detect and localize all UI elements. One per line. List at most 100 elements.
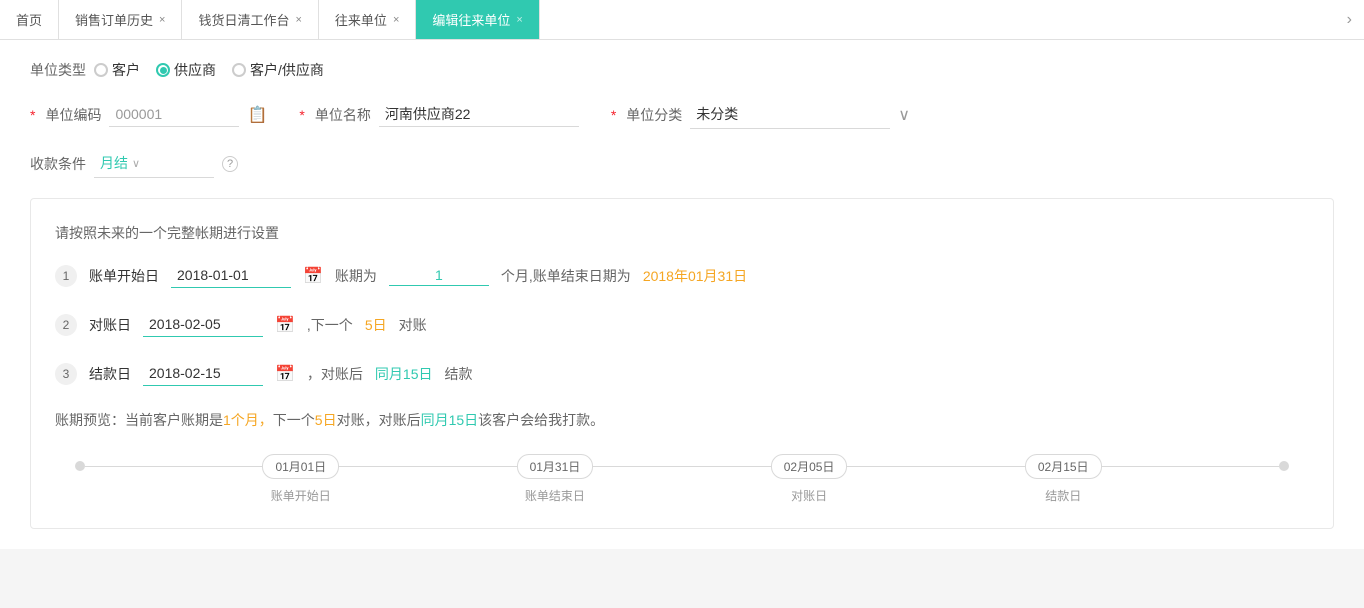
radio-supplier-label: 供应商 (174, 60, 216, 80)
timeline-badge-1: 01月01日 (262, 454, 339, 479)
code-input[interactable] (109, 102, 239, 127)
preview-2-suffix: 对账，对账后 (337, 412, 421, 428)
step-3-date-input[interactable] (143, 361, 263, 386)
tab-cash-work[interactable]: 钱货日清工作台 × (182, 0, 318, 39)
step-1-label: 账单开始日 (89, 266, 159, 286)
tab-edit-partner-label: 编辑往来单位 (432, 10, 510, 29)
radio-both[interactable]: 客户/供应商 (232, 60, 324, 80)
timeline-node-3: 02月05日 对账日 (771, 454, 848, 504)
classify-label: 单位分类 (626, 105, 682, 125)
preview-highlight-2: 5日 (315, 412, 337, 428)
preview-highlight-3: 同月15日 (421, 412, 479, 428)
timeline-label-1: 账单开始日 (271, 487, 331, 504)
preview-highlight-1: 1个月， (223, 412, 273, 428)
step-2-desc-suffix: 对账 (399, 315, 427, 335)
radio-both-circle (232, 63, 246, 77)
step-2-date-input[interactable] (143, 312, 263, 337)
code-name-row: * 单位编码 📋 * 单位名称 * 单位分类 未分类 ∨ (30, 100, 1334, 129)
unit-type-label: 单位类型 (30, 60, 86, 80)
classify-select[interactable]: 未分类 (690, 100, 890, 129)
timeline-dot-end (1279, 461, 1289, 471)
step-1-row: 1 账单开始日 📅 账期为 个月,账单结束日期为 2018年01月31日 (55, 263, 1309, 288)
tab-sales-history-label: 销售订单历史 (75, 10, 153, 29)
timeline-label-2: 账单结束日 (525, 487, 585, 504)
payment-value: 月结 (100, 153, 128, 173)
tab-more-button[interactable]: › (1335, 11, 1364, 29)
tab-cash-work-close[interactable]: × (295, 14, 301, 26)
code-label: 单位编码 (45, 105, 101, 125)
radio-supplier[interactable]: 供应商 (156, 60, 216, 80)
payment-chevron-icon: ∨ (132, 157, 140, 170)
step-3-desc-suffix: 结款 (445, 364, 473, 384)
timeline-badge-4: 02月15日 (1025, 454, 1102, 479)
preview-suffix: 该客户会给我打款。 (478, 412, 604, 428)
radio-customer[interactable]: 客户 (94, 60, 140, 80)
timeline-label-3: 对账日 (791, 487, 827, 504)
name-required: * (299, 107, 304, 123)
timeline-node-2: 01月31日 账单结束日 (517, 454, 594, 504)
tab-home[interactable]: 首页 (0, 0, 59, 39)
step-1-period-prefix: 账期为 (335, 266, 377, 286)
step-2-highlight: 5日 (365, 315, 387, 335)
preview-2-prefix: 下一个 (273, 412, 315, 428)
code-calendar-icon[interactable]: 📋 (247, 105, 267, 125)
tab-sales-history-close[interactable]: × (159, 14, 165, 26)
step-3-calendar-icon[interactable]: 📅 (275, 364, 295, 384)
timeline-badge-2: 01月31日 (517, 454, 594, 479)
classify-chevron-icon[interactable]: ∨ (898, 105, 910, 125)
panel-description: 请按照未来的一个完整帐期进行设置 (55, 223, 1309, 243)
timeline-dot-start (75, 461, 85, 471)
step-2-row: 2 对账日 📅 ,下一个 5日对账 (55, 312, 1309, 337)
tab-sales-history[interactable]: 销售订单历史 × (59, 0, 182, 39)
timeline-left-dot (75, 454, 85, 471)
timeline-right-dot (1279, 454, 1289, 471)
unit-type-radio-group: 客户 供应商 客户/供应商 (94, 60, 324, 80)
timeline-badge-3: 02月05日 (771, 454, 848, 479)
tab-partner-close[interactable]: × (393, 14, 399, 26)
timeline-node-4: 02月15日 结款日 (1025, 454, 1102, 504)
name-input[interactable] (379, 102, 579, 127)
step-1-date-input[interactable] (171, 263, 291, 288)
settings-panel: 请按照未来的一个完整帐期进行设置 1 账单开始日 📅 账期为 个月,账单结束日期… (30, 198, 1334, 529)
tab-bar: 首页 销售订单历史 × 钱货日清工作台 × 往来单位 × 编辑往来单位 × › (0, 0, 1364, 40)
radio-customer-label: 客户 (112, 60, 140, 80)
timeline-label-4: 结款日 (1045, 487, 1081, 504)
code-required: * (30, 107, 35, 123)
tab-partner[interactable]: 往来单位 × (319, 0, 416, 39)
step-3-label: 结款日 (89, 364, 131, 384)
name-label: 单位名称 (315, 105, 371, 125)
help-icon[interactable]: ? (222, 156, 238, 172)
step-1-period-suffix: 个月,账单结束日期为 (501, 266, 631, 286)
step-3-highlight: 同月15日 (375, 364, 433, 384)
classify-required: * (611, 107, 616, 123)
timeline: 01月01日 账单开始日 01月31日 账单结束日 02月05日 对账日 02月… (55, 454, 1309, 504)
radio-both-label: 客户/供应商 (250, 60, 324, 80)
step-2-calendar-icon[interactable]: 📅 (275, 315, 295, 335)
preview-prefix: 账期预览：当前客户账期是 (55, 412, 223, 428)
step-3-desc-prefix: ，对账后 (307, 364, 363, 384)
payment-select[interactable]: 月结 ∨ (94, 149, 214, 178)
radio-supplier-circle (156, 63, 170, 77)
step-1-calendar-icon[interactable]: 📅 (303, 266, 323, 286)
payment-row: 收款条件 月结 ∨ ? (30, 149, 1334, 178)
tab-partner-label: 往来单位 (335, 10, 387, 29)
step-3-num: 3 (55, 363, 77, 385)
radio-customer-circle (94, 63, 108, 77)
step-1-period-input[interactable] (389, 265, 489, 286)
tab-cash-work-label: 钱货日清工作台 (198, 10, 289, 29)
main-content: 单位类型 客户 供应商 客户/供应商 * 单位编码 📋 * 单位名称 * 单位分… (0, 40, 1364, 549)
step-1-num: 1 (55, 265, 77, 287)
step-1-period-date: 2018年01月31日 (643, 266, 747, 286)
payment-label: 收款条件 (30, 154, 86, 174)
tab-home-label: 首页 (16, 10, 42, 29)
tab-edit-partner[interactable]: 编辑往来单位 × (416, 0, 539, 39)
unit-type-row: 单位类型 客户 供应商 客户/供应商 (30, 60, 1334, 80)
classify-value: 未分类 (696, 104, 738, 124)
step-2-num: 2 (55, 314, 77, 336)
step-2-desc-prefix: ,下一个 (307, 315, 353, 335)
preview-section: 账期预览：当前客户账期是1个月，下一个5日对账，对账后同月15日该客户会给我打款… (55, 410, 1309, 430)
timeline-node-1: 01月01日 账单开始日 (262, 454, 339, 504)
tab-edit-partner-close[interactable]: × (516, 14, 522, 26)
step-3-row: 3 结款日 📅 ，对账后同月15日结款 (55, 361, 1309, 386)
step-2-label: 对账日 (89, 315, 131, 335)
